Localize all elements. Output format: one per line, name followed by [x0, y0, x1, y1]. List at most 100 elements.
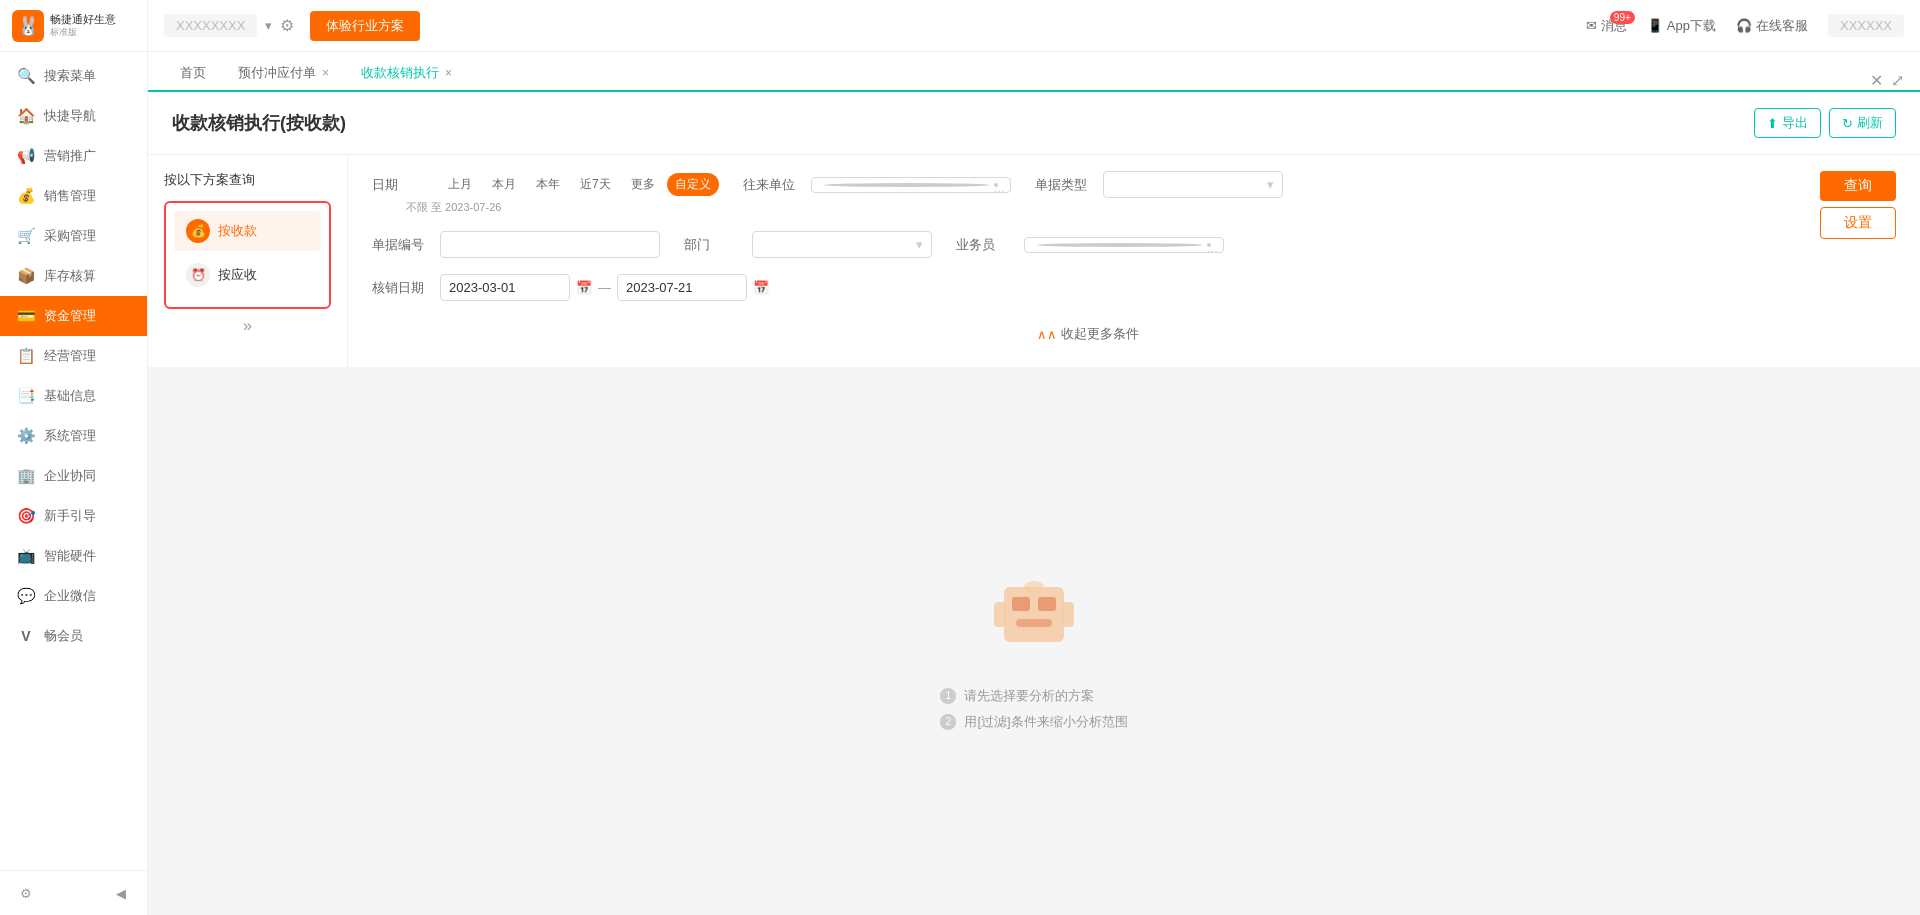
dept-dropdown-icon: ▾: [916, 237, 923, 252]
export-button[interactable]: ⬆ 导出: [1754, 108, 1821, 138]
filter-sidebar-collapse[interactable]: »: [164, 317, 331, 335]
verification-date-end[interactable]: [617, 274, 747, 301]
message-button[interactable]: ✉ 消息 99+: [1586, 17, 1627, 35]
calendar-end-icon[interactable]: 📅: [753, 280, 769, 295]
page-header: 收款核销执行(按收款) ⬆ 导出 ↻ 刷新: [148, 92, 1920, 155]
sidebar-item-search[interactable]: 🔍 搜索菜单: [0, 56, 147, 96]
counterparty-input[interactable]: ···: [811, 177, 1011, 193]
date-tab-this-year[interactable]: 本年: [528, 173, 568, 196]
sidebar-label-search: 搜索菜单: [44, 67, 96, 85]
sidebar-item-smart-hw[interactable]: 📺 智能硬件: [0, 536, 147, 576]
online-service-button[interactable]: 🎧 在线客服: [1736, 17, 1808, 35]
settings-button[interactable]: 设置: [1820, 207, 1896, 239]
sales-icon: 💰: [16, 186, 36, 206]
query-button[interactable]: 查询: [1820, 171, 1896, 201]
topbar-dropdown-arrow[interactable]: ▾: [265, 18, 272, 33]
filter-option-receivable-label: 按应收: [218, 266, 257, 284]
doc-no-input[interactable]: [440, 231, 660, 258]
doc-type-dropdown-icon: ▾: [1267, 177, 1274, 192]
tab-prepay[interactable]: 预付冲应付单 ×: [222, 56, 345, 92]
verification-date-start[interactable]: [440, 274, 570, 301]
collapse-sidebar-icon[interactable]: ◀: [107, 879, 135, 907]
filter-area: 按以下方案查询 💰 按收款 ⏰ 按应收 »: [148, 155, 1920, 367]
logo-line2: 标准版: [50, 26, 116, 39]
corp-icon: 🏢: [16, 466, 36, 486]
tab-prepay-label: 预付冲应付单: [238, 64, 316, 82]
date-tab-last-month[interactable]: 上月: [440, 173, 480, 196]
sidebar-item-capital[interactable]: 💳 资金管理: [0, 296, 147, 336]
system-icon: ⚙️: [16, 426, 36, 446]
sidebar-label-corp-collab: 企业协同: [44, 467, 96, 485]
doc-no-field: 单据编号: [372, 231, 660, 258]
sidebar-label-quick-nav: 快捷导航: [44, 107, 96, 125]
dept-select[interactable]: ▾: [752, 231, 932, 258]
date-tab-more[interactable]: 更多: [623, 173, 663, 196]
sidebar-item-guide[interactable]: 🎯 新手引导: [0, 496, 147, 536]
sidebar-item-system[interactable]: ⚙️ 系统管理: [0, 416, 147, 456]
tab-prepay-close[interactable]: ×: [322, 66, 329, 80]
filter-option-by-receivable[interactable]: ⏰ 按应收: [174, 255, 321, 295]
sidebar-item-wechat[interactable]: 💬 企业微信: [0, 576, 147, 616]
sidebar-item-inventory[interactable]: 📦 库存核算: [0, 256, 147, 296]
marketing-icon: 📢: [16, 146, 36, 166]
employee-ellipsis-icon: ···: [1207, 243, 1211, 247]
date-label: 日期: [372, 176, 432, 194]
close-all-tabs-icon[interactable]: ✕: [1870, 71, 1883, 90]
message-badge: 99+: [1610, 11, 1635, 24]
tip-num-2: 2: [940, 714, 956, 730]
svg-rect-3: [1016, 619, 1052, 627]
solution-button[interactable]: 体验行业方案: [310, 11, 420, 41]
calendar-start-icon[interactable]: 📅: [576, 280, 592, 295]
tip-num-1: 1: [940, 688, 956, 704]
tab-collection[interactable]: 收款核销执行 ×: [345, 56, 468, 92]
topbar-right: ✉ 消息 99+ 📱 App下载 🎧 在线客服 XXXXXX: [1586, 14, 1904, 37]
counterparty-label: 往来单位: [743, 176, 803, 194]
app-icon: 📱: [1647, 18, 1663, 33]
filter-option-receipt-label: 按收款: [218, 222, 257, 240]
sidebar-item-basic-info[interactable]: 📑 基础信息: [0, 376, 147, 416]
export-label: 导出: [1782, 114, 1808, 132]
tab-home[interactable]: 首页: [164, 56, 222, 90]
expand-icon[interactable]: ⤢: [1891, 71, 1904, 90]
sidebar-menu: 🔍 搜索菜单 🏠 快捷导航 📢 营销推广 💰 销售管理 🛒 采购管理 📦 库存核…: [0, 52, 147, 870]
tab-bar: 首页 预付冲应付单 × 收款核销执行 × ✕ ⤢: [148, 52, 1920, 92]
inventory-icon: 📦: [16, 266, 36, 286]
collapse-conditions-btn[interactable]: ∧∧ 收起更多条件: [372, 317, 1804, 351]
svg-rect-4: [994, 602, 1006, 627]
main-area: XXXXXXXX ▾ ⚙ 体验行业方案 ✉ 消息 99+ 📱 App下载 🎧 在…: [148, 0, 1920, 915]
sidebar-item-corp-collab[interactable]: 🏢 企业协同: [0, 456, 147, 496]
employee-label: 业务员: [956, 236, 1016, 254]
date-tab-7days[interactable]: 近7天: [572, 173, 619, 196]
dept-label: 部门: [684, 236, 744, 254]
svg-rect-2: [1038, 597, 1056, 611]
smart-hw-icon: 📺: [16, 546, 36, 566]
user-profile[interactable]: XXXXXX: [1828, 14, 1904, 37]
topbar-gear-icon[interactable]: ⚙: [280, 16, 294, 35]
doc-type-label: 单据类型: [1035, 176, 1095, 194]
filter-sidebar: 按以下方案查询 💰 按收款 ⏰ 按应收 »: [148, 155, 348, 367]
date-tab-this-month[interactable]: 本月: [484, 173, 524, 196]
settings-bottom-icon[interactable]: ⚙: [12, 879, 40, 907]
sidebar-item-vip[interactable]: V 畅会员: [0, 616, 147, 656]
date-field: 日期 上月 本月 本年 近7天 更多 自定义: [372, 173, 719, 196]
tab-collection-close[interactable]: ×: [445, 66, 452, 80]
sidebar-item-sales[interactable]: 💰 销售管理: [0, 176, 147, 216]
refresh-button[interactable]: ↻ 刷新: [1829, 108, 1896, 138]
filter-option-by-receipt[interactable]: 💰 按收款: [174, 211, 321, 251]
app-download-button[interactable]: 📱 App下载: [1647, 17, 1716, 35]
date-tab-custom[interactable]: 自定义: [667, 173, 719, 196]
date-tabs: 上月 本月 本年 近7天 更多 自定义: [440, 173, 719, 196]
capital-icon: 💳: [16, 306, 36, 326]
wechat-icon: 💬: [16, 586, 36, 606]
sidebar-item-marketing[interactable]: 📢 营销推广: [0, 136, 147, 176]
sidebar-item-operations[interactable]: 📋 经营管理: [0, 336, 147, 376]
date-sublabel: 不限 至 2023-07-26: [406, 200, 501, 215]
sidebar-label-smart-hw: 智能硬件: [44, 547, 96, 565]
sidebar-label-purchase: 采购管理: [44, 227, 96, 245]
doc-type-select[interactable]: ▾: [1103, 171, 1283, 198]
sidebar: 🐰 畅捷通好生意 标准版 🔍 搜索菜单 🏠 快捷导航 📢 营销推广 💰 销售管理…: [0, 0, 148, 915]
page-title: 收款核销执行(按收款): [172, 111, 346, 151]
sidebar-item-quick-nav[interactable]: 🏠 快捷导航: [0, 96, 147, 136]
sidebar-item-purchase[interactable]: 🛒 采购管理: [0, 216, 147, 256]
employee-input[interactable]: ···: [1024, 237, 1224, 253]
